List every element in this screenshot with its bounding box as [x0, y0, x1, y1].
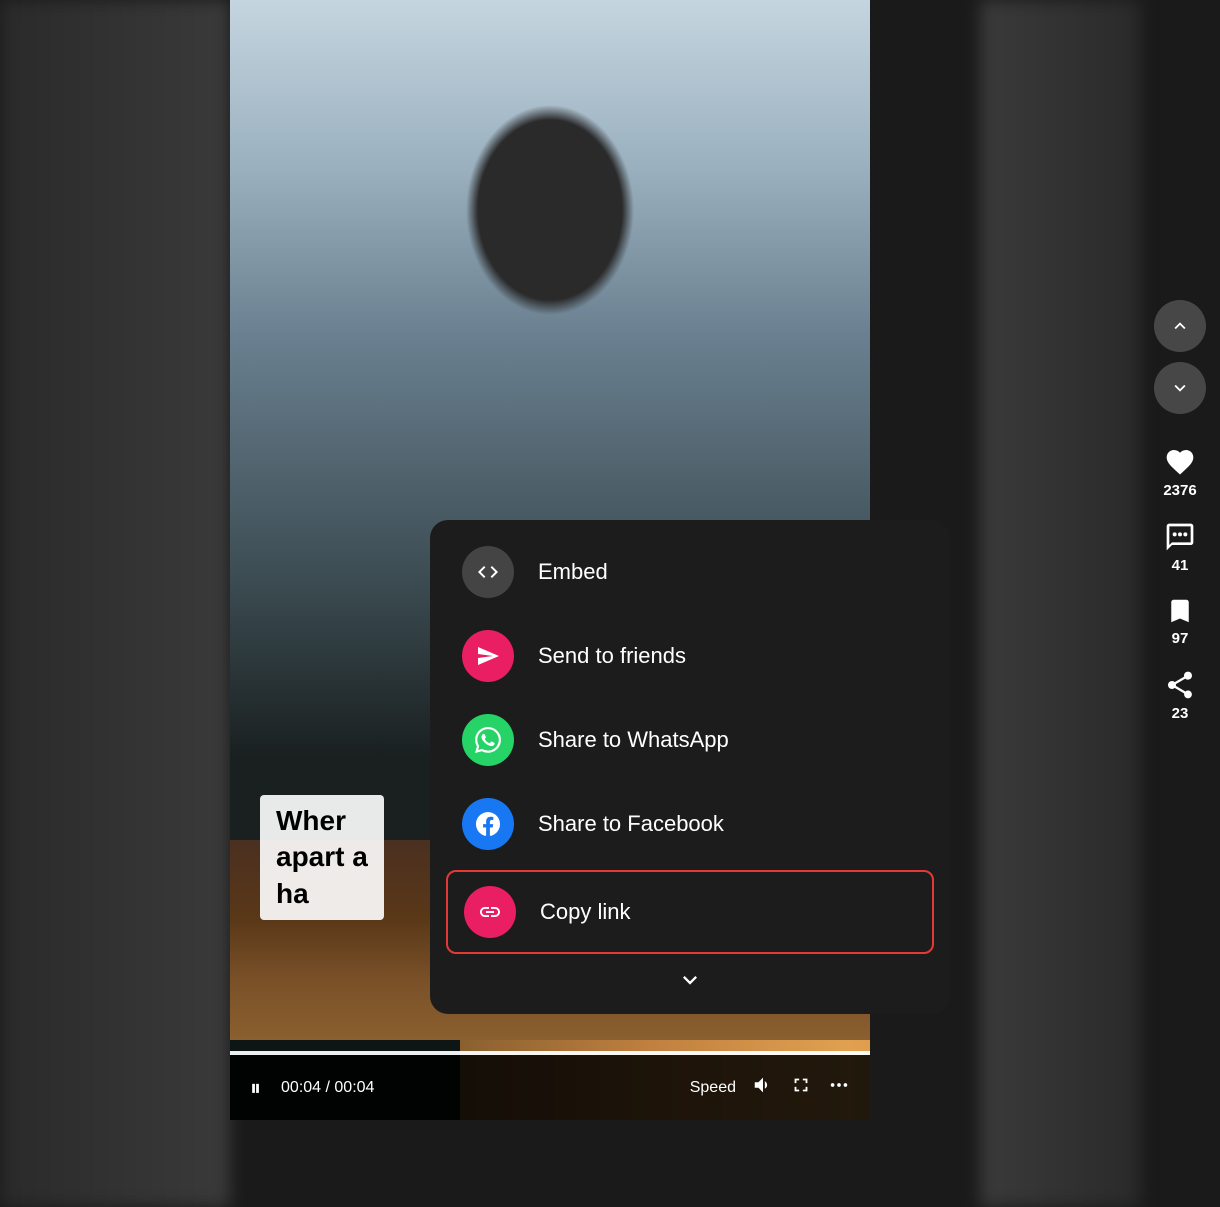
- side-blur-right: [980, 0, 1140, 1207]
- copylink-label: Copy link: [540, 899, 630, 925]
- whatsapp-icon: [462, 714, 514, 766]
- share-button[interactable]: [1164, 669, 1196, 701]
- speed-button[interactable]: Speed: [690, 1079, 736, 1097]
- save-count: 97: [1172, 630, 1189, 647]
- facebook-label: Share to Facebook: [538, 811, 724, 837]
- facebook-icon: [462, 798, 514, 850]
- share-embed-item[interactable]: Embed: [430, 530, 950, 614]
- share-copylink-item[interactable]: Copy link: [446, 870, 934, 954]
- right-sidebar: 2376 41 97 23: [1140, 0, 1220, 1140]
- like-count: 2376: [1163, 482, 1196, 499]
- copylink-icon: [464, 886, 516, 938]
- like-button[interactable]: [1164, 446, 1196, 478]
- embed-label: Embed: [538, 559, 608, 585]
- share-send-item[interactable]: Send to friends: [430, 614, 950, 698]
- bottom-controls: ⏸ 00:04 / 00:04 Speed: [230, 1055, 870, 1120]
- side-blur-left: [0, 0, 230, 1207]
- share-menu: Embed Send to friends Share to WhatsApp …: [430, 520, 950, 1014]
- nav-down-button[interactable]: [1154, 362, 1206, 414]
- send-icon: [462, 630, 514, 682]
- fullscreen-button[interactable]: [790, 1074, 812, 1102]
- video-container: Wher apart a ha ⏸ 00:04 / 00:04 Speed: [0, 0, 1220, 1207]
- save-button[interactable]: [1165, 596, 1195, 626]
- video-caption: Wher apart a ha: [260, 795, 384, 920]
- embed-icon: [462, 546, 514, 598]
- volume-button[interactable]: [752, 1074, 774, 1102]
- nav-up-button[interactable]: [1154, 300, 1206, 352]
- more-options-button[interactable]: [828, 1074, 850, 1102]
- share-count: 23: [1172, 705, 1189, 722]
- send-label: Send to friends: [538, 643, 686, 669]
- comment-button[interactable]: [1164, 521, 1196, 553]
- share-menu-chevron-down[interactable]: [430, 958, 950, 994]
- pause-button[interactable]: ⏸: [250, 1075, 261, 1101]
- comment-count: 41: [1172, 557, 1189, 574]
- time-display: 00:04 / 00:04: [281, 1079, 374, 1097]
- share-whatsapp-item[interactable]: Share to WhatsApp: [430, 698, 950, 782]
- share-facebook-item[interactable]: Share to Facebook: [430, 782, 950, 866]
- whatsapp-label: Share to WhatsApp: [538, 727, 729, 753]
